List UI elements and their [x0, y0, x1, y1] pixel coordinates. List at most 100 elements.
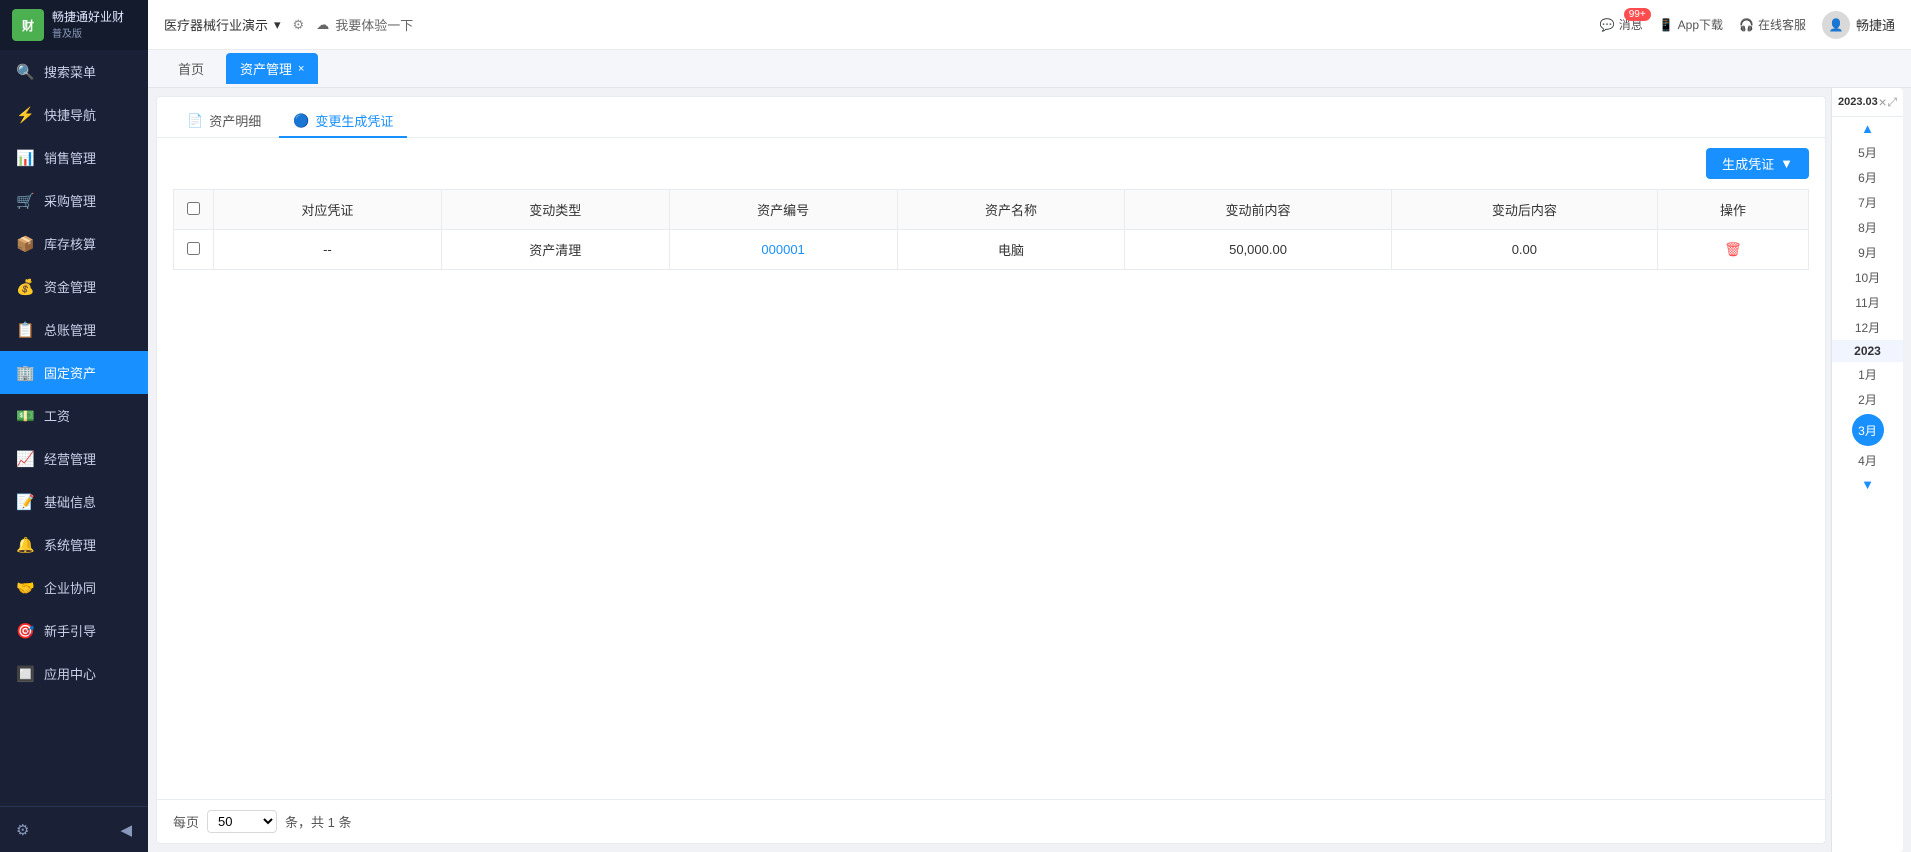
col-ops: 操作 [1658, 190, 1809, 230]
date-year-label: 2023.03 [1838, 96, 1878, 108]
tab-close-icon[interactable]: × [298, 63, 304, 75]
salary-icon: 💵 [16, 407, 34, 425]
sidebar-item-collab[interactable]: 🤝 企业协同 [0, 566, 148, 609]
sub-tab-asset-detail-label: 资产明细 [209, 111, 261, 130]
sidebar-item-ledger[interactable]: 📋 总账管理 [0, 308, 148, 351]
date-year-2023[interactable]: 2023 [1832, 340, 1903, 362]
change-icon: 🔵 [293, 113, 309, 129]
col-voucher: 对应凭证 [214, 190, 442, 230]
sidebar-item-app-center[interactable]: 🔲 应用中心 [0, 652, 148, 695]
sidebar-item-inventory[interactable]: 📦 库存核算 [0, 222, 148, 265]
purchase-icon: 🛒 [16, 192, 34, 210]
sub-tab-change-voucher-label: 变更生成凭证 [315, 111, 393, 130]
app-center-icon: 🔲 [16, 665, 34, 683]
app-download-btn[interactable]: 📱 App下载 [1659, 16, 1723, 33]
online-service-btn[interactable]: 🎧 在线客服 [1739, 16, 1806, 33]
sidebar-item-operation[interactable]: 📈 经营管理 [0, 437, 148, 480]
settings-gear-icon[interactable]: ⚙ [293, 17, 305, 33]
date-close-btn[interactable]: × [1878, 94, 1886, 110]
date-item-4[interactable]: 4月 [1832, 448, 1903, 473]
pagination: 每页 50 100 200 条，共 1 条 [157, 799, 1825, 843]
sidebar-label-operation: 经营管理 [44, 449, 96, 468]
date-scroll-up[interactable]: ▲ [1832, 117, 1903, 140]
date-item-12[interactable]: 12月 [1832, 315, 1903, 340]
col-change-type: 变动类型 [441, 190, 669, 230]
date-item-1[interactable]: 1月 [1832, 362, 1903, 387]
toolbar: 生成凭证 ▼ [157, 138, 1825, 189]
date-item-6[interactable]: 6月 [1832, 165, 1903, 190]
sidebar-label-inventory: 库存核算 [44, 234, 96, 253]
date-item-3[interactable]: 3月 [1852, 414, 1884, 446]
sidebar-label-guide: 新手引导 [44, 621, 96, 640]
quick-nav-icon: ⚡ [16, 106, 34, 124]
sidebar-item-guide[interactable]: 🎯 新手引导 [0, 609, 148, 652]
logo-icon: 财 [12, 9, 44, 41]
change-table: 对应凭证 变动类型 资产编号 资产名称 变动前内容 变动后内容 操作 [173, 189, 1809, 270]
basic-info-icon: 📝 [16, 493, 34, 511]
search-icon: 🔍 [16, 63, 34, 81]
sidebar-item-fixed-assets[interactable]: 🏢 固定资产 [0, 351, 148, 394]
sales-icon: 📊 [16, 149, 34, 167]
row-change-type: 资产清理 [441, 230, 669, 270]
asset-panel: 📄 资产明细 🔵 变更生成凭证 生成凭证 ▼ [156, 96, 1826, 844]
messages-btn[interactable]: 💬 消息 99+ [1600, 16, 1643, 33]
date-panel: 2023.03 × ⤢ ▲ 5月 6月 7月 8月 9月 10月 11月 12月… [1831, 88, 1903, 852]
row-before: 50,000.00 [1125, 230, 1391, 270]
sidebar-label-collab: 企业协同 [44, 578, 96, 597]
sidebar-item-capital[interactable]: 💰 资金管理 [0, 265, 148, 308]
table-wrap: 对应凭证 变动类型 资产编号 资产名称 变动前内容 变动后内容 操作 [157, 189, 1825, 799]
sidebar-item-basic-info[interactable]: 📝 基础信息 [0, 480, 148, 523]
experience-label: 我要体验一下 [335, 15, 413, 34]
collapse-icon[interactable]: ◀ [120, 821, 132, 839]
tab-asset-label: 资产管理 [240, 59, 292, 78]
col-after: 变动后内容 [1391, 190, 1657, 230]
date-item-9[interactable]: 9月 [1832, 240, 1903, 265]
sidebar-item-sales[interactable]: 📊 销售管理 [0, 136, 148, 179]
logo-text-area: 畅捷通好业财 普及版 [52, 10, 124, 41]
date-item-11[interactable]: 11月 [1832, 290, 1903, 315]
per-page-select[interactable]: 50 100 200 [207, 810, 277, 833]
guide-icon: 🎯 [16, 622, 34, 640]
message-badge: 99+ [1624, 8, 1651, 21]
logo-name: 畅捷通好业财 [52, 10, 124, 26]
sidebar-label-basic-info: 基础信息 [44, 492, 96, 511]
fixed-assets-icon: 🏢 [16, 364, 34, 382]
sidebar-label-sales: 销售管理 [44, 148, 96, 167]
row-voucher: -- [214, 230, 442, 270]
headset-icon: 🎧 [1739, 18, 1754, 32]
col-asset-no: 资产编号 [669, 190, 897, 230]
sidebar-item-search[interactable]: 🔍 搜索菜单 [0, 50, 148, 93]
sidebar-item-quick-nav[interactable]: ⚡ 快捷导航 [0, 93, 148, 136]
sidebar-label-search: 搜索菜单 [44, 62, 96, 81]
date-item-8[interactable]: 8月 [1832, 215, 1903, 240]
generate-voucher-btn[interactable]: 生成凭证 ▼ [1706, 148, 1809, 179]
select-all-checkbox[interactable] [187, 202, 200, 215]
company-selector[interactable]: 医疗器械行业演示 ▾ [164, 15, 281, 34]
date-item-7[interactable]: 7月 [1832, 190, 1903, 215]
sidebar-label-purchase: 采购管理 [44, 191, 96, 210]
date-item-5[interactable]: 5月 [1832, 140, 1903, 165]
date-item-2[interactable]: 2月 [1832, 387, 1903, 412]
sub-tabs: 📄 资产明细 🔵 变更生成凭证 [157, 97, 1825, 138]
ledger-icon: 📋 [16, 321, 34, 339]
sidebar-item-purchase[interactable]: 🛒 采购管理 [0, 179, 148, 222]
delete-btn[interactable]: 🗑 [1724, 241, 1742, 257]
user-area[interactable]: 👤 畅捷通 [1822, 11, 1895, 39]
sub-tab-asset-detail[interactable]: 📄 资产明细 [173, 105, 275, 138]
row-asset-no: 000001 [669, 230, 897, 270]
sub-tab-change-voucher[interactable]: 🔵 变更生成凭证 [279, 105, 407, 138]
experience-btn[interactable]: ☁ 我要体验一下 [316, 15, 413, 34]
date-scroll-down[interactable]: ▼ [1832, 473, 1903, 496]
sidebar-item-system[interactable]: 🔔 系统管理 [0, 523, 148, 566]
row-checkbox[interactable] [187, 242, 200, 255]
settings-icon[interactable]: ⚙ [16, 821, 29, 839]
sidebar-nav: 🔍 搜索菜单 ⚡ 快捷导航 📊 销售管理 🛒 采购管理 📦 库存核算 💰 资金管… [0, 50, 148, 806]
sidebar-item-salary[interactable]: 💵 工资 [0, 394, 148, 437]
date-expand-btn[interactable]: ⤢ [1887, 95, 1897, 110]
logo-area: 财 畅捷通好业财 普及版 [0, 0, 148, 50]
date-item-10[interactable]: 10月 [1832, 265, 1903, 290]
tab-asset-management[interactable]: 资产管理 × [226, 53, 318, 84]
tab-home[interactable]: 首页 [164, 53, 218, 84]
sidebar-label-quick-nav: 快捷导航 [44, 105, 96, 124]
online-service-label: 在线客服 [1758, 16, 1806, 33]
